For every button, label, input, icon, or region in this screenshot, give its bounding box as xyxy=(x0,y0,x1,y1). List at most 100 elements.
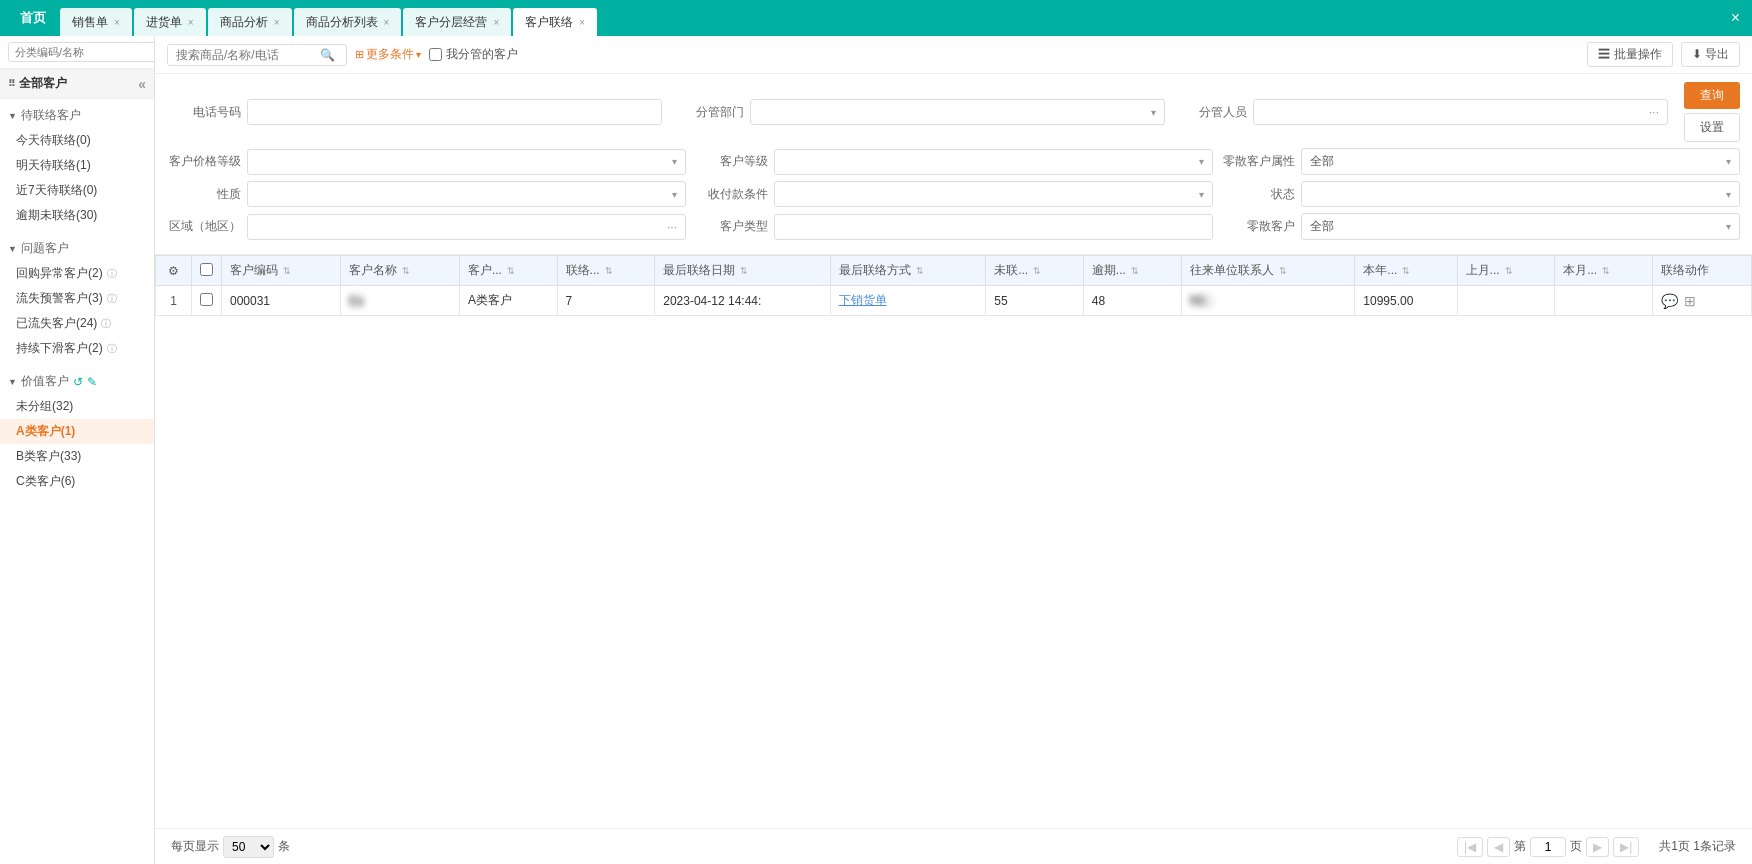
col-no-contact: 未联... ⇅ xyxy=(986,256,1084,286)
sort-icon[interactable]: ⇅ xyxy=(1602,266,1610,276)
sidebar-item-tomorrow[interactable]: 明天待联络(1) xyxy=(0,153,154,178)
nav-tab-customer-contact[interactable]: 客户联络 × xyxy=(513,8,597,36)
sidebar-item-loss-warning[interactable]: 流失预警客户(3) ⓘ xyxy=(0,286,154,311)
sort-icon[interactable]: ⇅ xyxy=(916,266,924,276)
group-value-title[interactable]: ▼ 价值客户 ↺ ✎ xyxy=(0,369,154,394)
info-icon: ⓘ xyxy=(107,342,117,356)
sort-icon[interactable]: ⇅ xyxy=(1033,266,1041,276)
close-all-icon[interactable]: × xyxy=(1727,5,1744,31)
arrow-down-icon: ▼ xyxy=(8,111,17,121)
close-icon[interactable]: × xyxy=(274,17,280,28)
chevron-down-icon: ▾ xyxy=(672,156,677,167)
nav-tab-customer-tier[interactable]: 客户分层经营 × xyxy=(403,8,511,36)
region-select[interactable]: ··· xyxy=(247,214,686,240)
advanced-filter: 电话号码 分管部门 ▾ 分管人员 ··· xyxy=(155,74,1752,255)
sidebar-item-lost[interactable]: 已流失客户(24) ⓘ xyxy=(0,311,154,336)
sidebar-item-overdue[interactable]: 逾期未联络(30) xyxy=(0,203,154,228)
close-icon[interactable]: × xyxy=(579,17,585,28)
sort-icon[interactable]: ⇅ xyxy=(283,266,291,276)
nav-home[interactable]: 首页 xyxy=(8,0,58,36)
sort-icon[interactable]: ⇅ xyxy=(1402,266,1410,276)
row-select-checkbox[interactable] xyxy=(200,293,213,306)
group-problem-title[interactable]: ▼ 问题客户 xyxy=(0,236,154,261)
manager-select[interactable]: ··· xyxy=(1253,99,1668,125)
select-all-checkbox[interactable] xyxy=(200,263,213,276)
next-page-button[interactable]: ▶ xyxy=(1586,837,1609,857)
phone-text-input[interactable] xyxy=(256,105,653,119)
my-customers-checkbox[interactable] xyxy=(429,48,442,61)
nature-select[interactable]: ▾ xyxy=(247,181,686,207)
nav-tab-product-analysis[interactable]: 商品分析 × xyxy=(208,8,292,36)
filter-icon: ⊞ xyxy=(355,48,364,61)
last-page-button[interactable]: ▶| xyxy=(1613,837,1639,857)
phone-input[interactable] xyxy=(247,99,662,125)
sort-icon[interactable]: ⇅ xyxy=(605,266,613,276)
search-icon[interactable]: 🔍 xyxy=(320,48,335,62)
col-settings[interactable]: ⚙ xyxy=(156,256,192,286)
settings-icon[interactable]: ⚙ xyxy=(168,264,179,278)
contact-method-link[interactable]: 下销货单 xyxy=(839,293,887,307)
payment-select[interactable]: ▾ xyxy=(774,181,1213,207)
customer-search-input[interactable] xyxy=(176,48,316,62)
edit-icon[interactable]: ✎ xyxy=(87,375,97,389)
col-level: 客户... ⇅ xyxy=(459,256,557,286)
qr-icon[interactable]: ⊞ xyxy=(1684,293,1696,309)
sort-icon[interactable]: ⇅ xyxy=(402,266,410,276)
setting-button[interactable]: 设置 xyxy=(1684,113,1740,142)
refresh-icon[interactable]: ↺ xyxy=(73,375,83,389)
sidebar-item-7days[interactable]: 近7天待联络(0) xyxy=(0,178,154,203)
price-level-label: 客户价格等级 xyxy=(167,153,247,170)
sparse-attr-label: 零散客户属性 xyxy=(1221,153,1301,170)
price-level-select[interactable]: ▾ xyxy=(247,149,686,175)
nav-tab-sales[interactable]: 销售单 × xyxy=(60,8,132,36)
action-icons-container: 💬 ⊞ xyxy=(1661,293,1743,309)
close-icon[interactable]: × xyxy=(493,17,499,28)
sparse-customer-label: 零散客户 xyxy=(1221,218,1301,235)
my-customers-filter[interactable]: 我分管的客户 xyxy=(429,46,518,63)
customer-level-select[interactable]: ▾ xyxy=(774,149,1213,175)
sparse-customer-select[interactable]: 全部 ▾ xyxy=(1301,213,1740,240)
top-nav: 首页 销售单 × 进货单 × 商品分析 × 商品分析列表 × 客户分层经营 × … xyxy=(0,0,1752,36)
export-button[interactable]: ⬇ 导出 xyxy=(1681,42,1740,67)
customer-type-text-input[interactable] xyxy=(783,220,1204,234)
sidebar-item-declining[interactable]: 持续下滑客户(2) ⓘ xyxy=(0,336,154,361)
close-icon[interactable]: × xyxy=(114,17,120,28)
first-page-button[interactable]: |◀ xyxy=(1457,837,1483,857)
sparse-attr-select[interactable]: 全部 ▾ xyxy=(1301,148,1740,175)
col-select-all[interactable] xyxy=(192,256,222,286)
nav-tab-purchase[interactable]: 进货单 × xyxy=(134,8,206,36)
sort-icon[interactable]: ⇅ xyxy=(740,266,748,276)
close-icon[interactable]: × xyxy=(384,17,390,28)
chat-icon[interactable]: 💬 xyxy=(1661,293,1678,309)
page-number-input[interactable] xyxy=(1530,837,1566,857)
sort-icon[interactable]: ⇅ xyxy=(1279,266,1287,276)
batch-operation-button[interactable]: ☰ 批量操作 xyxy=(1587,42,1672,67)
nav-tab-product-list[interactable]: 商品分析列表 × xyxy=(294,8,402,36)
sort-icon[interactable]: ⇅ xyxy=(1505,266,1513,276)
main-layout: 🔍 ⠿ 全部客户 « ▼ 待联络客户 今天待联络(0) 明天待联络(1) 近7天… xyxy=(0,36,1752,864)
page-size-select[interactable]: 50 100 200 xyxy=(223,836,274,858)
sidebar-item-today[interactable]: 今天待联络(0) xyxy=(0,128,154,153)
sidebar-item-abnormal-repurchase[interactable]: 回购异常客户(2) ⓘ xyxy=(0,261,154,286)
sidebar-search-input[interactable] xyxy=(8,42,155,62)
sidebar-item-b-class[interactable]: B类客户(33) xyxy=(0,444,154,469)
sort-icon[interactable]: ⇅ xyxy=(507,266,515,276)
contact-person-cell: RE . xyxy=(1181,286,1355,316)
col-name: 客户名称 ⇅ xyxy=(340,256,459,286)
query-button[interactable]: 查询 xyxy=(1684,82,1740,109)
sidebar-item-c-class[interactable]: C类客户(6) xyxy=(0,469,154,494)
col-this-month: 本月... ⇅ xyxy=(1555,256,1653,286)
close-icon[interactable]: × xyxy=(188,17,194,28)
sidebar-item-a-class[interactable]: A类客户(1) xyxy=(0,419,154,444)
more-filters-button[interactable]: ⊞ 更多条件 ▾ xyxy=(355,46,421,63)
this-month-cell xyxy=(1555,286,1653,316)
collapse-icon[interactable]: « xyxy=(138,76,146,92)
sidebar-item-ungrouped[interactable]: 未分组(32) xyxy=(0,394,154,419)
status-select[interactable]: ▾ xyxy=(1301,181,1740,207)
dept-select[interactable]: ▾ xyxy=(750,99,1165,125)
customer-type-input[interactable] xyxy=(774,214,1213,240)
sort-icon[interactable]: ⇅ xyxy=(1131,266,1139,276)
row-number: 1 xyxy=(156,286,192,316)
group-pending-title[interactable]: ▼ 待联络客户 xyxy=(0,103,154,128)
prev-page-button[interactable]: ◀ xyxy=(1487,837,1510,857)
